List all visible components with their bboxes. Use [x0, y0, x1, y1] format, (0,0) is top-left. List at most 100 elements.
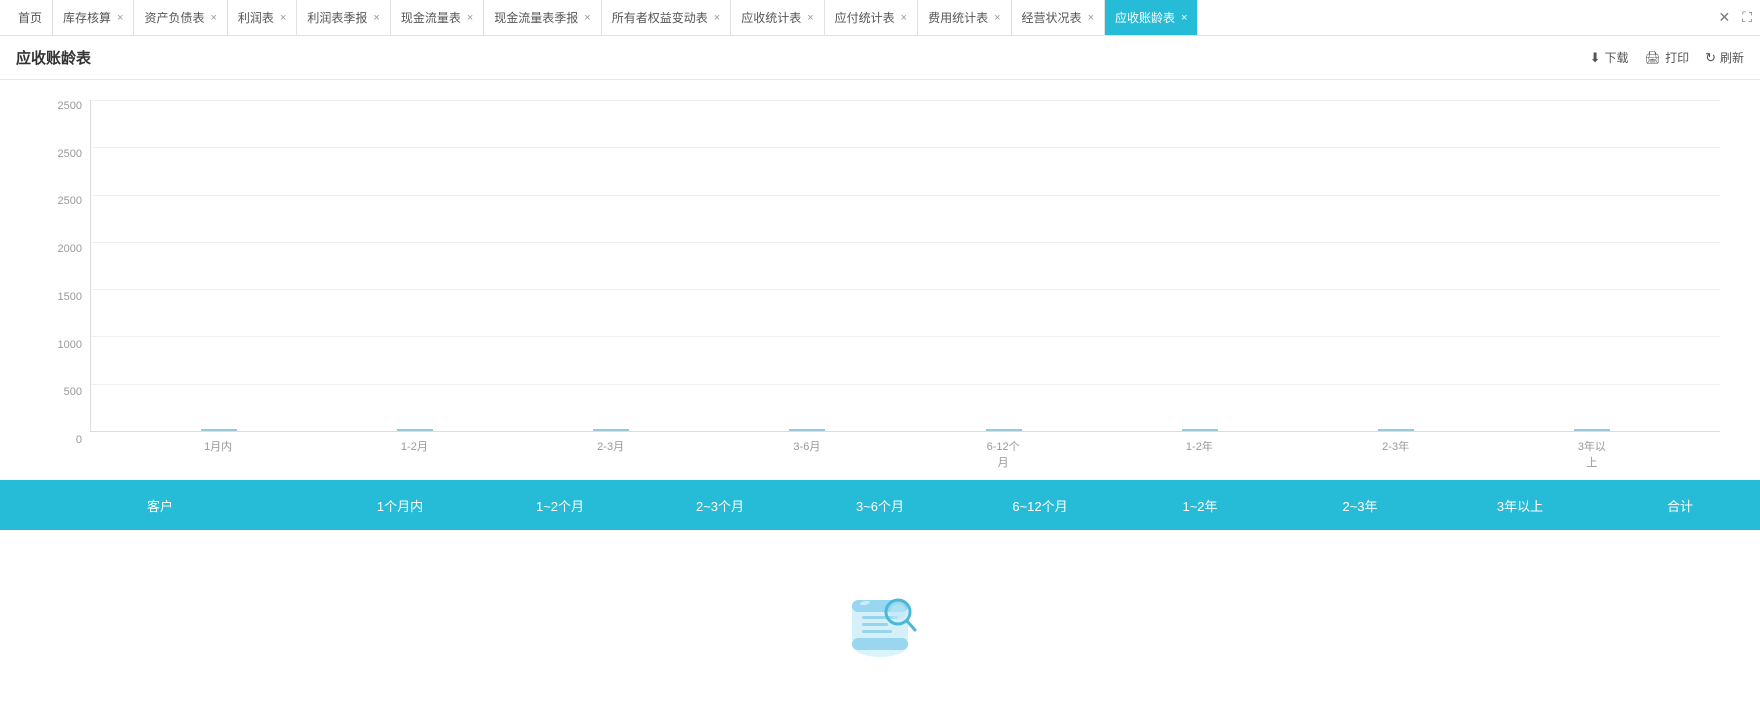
bar-1m: [201, 429, 237, 431]
page-title: 应收账龄表: [16, 47, 91, 68]
tab-profit-quarter[interactable]: 利润表季报 ×: [297, 0, 390, 36]
x-axis: 1月内 1-2月 2-3月 3-6月 6-12个月 1-2年 2-3年 3年以上: [90, 432, 1720, 470]
tab-equity[interactable]: 所有者权益变动表 ×: [602, 0, 731, 36]
tab-operation-close[interactable]: ×: [1088, 12, 1094, 24]
grid-line-4: [91, 242, 1720, 289]
tab-cashflow-quarter-close[interactable]: ×: [584, 12, 590, 24]
tab-balance-label: 资产负债表: [144, 9, 204, 26]
bar-1-2y: [1182, 429, 1218, 431]
print-icon: 🖨: [1645, 50, 1662, 66]
tab-profit-quarter-label: 利润表季报: [307, 9, 367, 26]
grid-line-3: [91, 195, 1720, 242]
tab-ar-aging[interactable]: 应收账龄表 ×: [1105, 0, 1198, 36]
y-label-7: 0: [76, 434, 82, 446]
tab-home[interactable]: 首页: [8, 0, 53, 36]
tab-cashflow-close[interactable]: ×: [467, 12, 473, 24]
x-label-1m: 1月内: [200, 438, 236, 470]
tab-profit-close[interactable]: ×: [280, 12, 286, 24]
refresh-button[interactable]: ↻ 刷新: [1705, 49, 1744, 66]
th-1-2y: 1~2年: [1120, 496, 1280, 515]
refresh-label: 刷新: [1720, 49, 1744, 66]
bar-6-12m: [986, 429, 1022, 431]
grid-line-1: [91, 100, 1720, 147]
tab-expense-close[interactable]: ×: [994, 12, 1000, 24]
tab-expense-label: 费用统计表: [928, 9, 988, 26]
print-button[interactable]: 🖨 打印: [1645, 49, 1690, 66]
bars-container: [91, 429, 1720, 431]
x-label-2-3m: 2-3月: [593, 438, 629, 470]
tab-inventory[interactable]: 库存核算 ×: [53, 0, 134, 36]
tab-balance-close[interactable]: ×: [210, 12, 216, 24]
download-icon: ⬇: [1590, 50, 1601, 66]
y-label-3: 2000: [58, 243, 82, 255]
download-button[interactable]: ⬇ 下载: [1590, 49, 1629, 66]
tab-cashflow-quarter[interactable]: 现金流量表季报 ×: [484, 0, 601, 36]
bar-3-6m: [789, 429, 825, 431]
tab-profit-label: 利润表: [238, 9, 274, 26]
table-header: 客户 1个月内 1~2个月 2~3个月 3~6个月 6~12个月 1~2年 2~…: [0, 480, 1760, 530]
tab-bar: 首页 库存核算 × 资产负债表 × 利润表 × 利润表季报 × 现金流量表 × …: [0, 0, 1760, 36]
tab-profit[interactable]: 利润表 ×: [228, 0, 297, 36]
th-3-6m: 3~6个月: [800, 496, 960, 515]
x-label-3-6m: 3-6月: [789, 438, 825, 470]
tab-ar-aging-label: 应收账龄表: [1115, 9, 1175, 26]
tab-operation[interactable]: 经营状况表 ×: [1012, 0, 1105, 36]
refresh-icon: ↻: [1705, 50, 1716, 66]
th-total: 合计: [1600, 496, 1760, 515]
chart-grid: [90, 100, 1720, 432]
tab-cashflow-label: 现金流量表: [401, 9, 461, 26]
tab-operation-label: 经营状况表: [1022, 9, 1082, 26]
tab-profit-quarter-close[interactable]: ×: [373, 12, 379, 24]
th-3y-plus: 3年以上: [1440, 496, 1600, 515]
y-label-5: 1000: [58, 339, 82, 351]
close-button[interactable]: ✕: [1718, 9, 1730, 26]
bar-3y-plus: [1574, 429, 1610, 431]
th-2-3m: 2~3个月: [640, 496, 800, 515]
maximize-button[interactable]: ⛶: [1742, 9, 1752, 26]
x-label-1-2m: 1-2月: [396, 438, 432, 470]
bar-2-3y: [1378, 429, 1414, 431]
bar-2-3m: [593, 429, 629, 431]
tab-home-label: 首页: [18, 9, 42, 26]
y-label-2: 2500: [58, 195, 82, 207]
tab-cashflow[interactable]: 现金流量表 ×: [391, 0, 484, 36]
tab-inventory-close[interactable]: ×: [117, 12, 123, 24]
th-6-12m: 6~12个月: [960, 496, 1120, 515]
grid-line-7: [91, 384, 1720, 385]
tab-balance[interactable]: 资产负债表 ×: [134, 0, 227, 36]
tab-cashflow-quarter-label: 现金流量表季报: [494, 9, 578, 26]
y-label-6: 500: [64, 386, 82, 398]
tab-inventory-label: 库存核算: [63, 9, 111, 26]
bar-1-2m: [397, 429, 433, 431]
tab-ap-stat-close[interactable]: ×: [901, 12, 907, 24]
tab-ar-aging-close[interactable]: ×: [1181, 12, 1187, 24]
th-2-3y: 2~3年: [1280, 496, 1440, 515]
tab-ar-stat-close[interactable]: ×: [807, 12, 813, 24]
y-label-4: 1500: [58, 291, 82, 303]
grid-line-2: [91, 147, 1720, 194]
x-label-3y-plus: 3年以上: [1574, 438, 1610, 470]
y-axis: 2500 2500 2500 2000 1500 1000 500 0: [40, 100, 90, 470]
grid-line-5: [91, 289, 1720, 336]
window-controls: ✕ ⛶: [1718, 9, 1752, 26]
empty-icon: [830, 570, 930, 670]
x-label-6-12m: 6-12个月: [985, 438, 1021, 470]
y-label-0: 2500: [58, 100, 82, 112]
x-label-1-2y: 1-2年: [1181, 438, 1217, 470]
tab-ap-stat[interactable]: 应付统计表 ×: [825, 0, 918, 36]
tab-ap-stat-label: 应付统计表: [835, 9, 895, 26]
header-actions: ⬇ 下载 🖨 打印 ↻ 刷新: [1590, 49, 1744, 66]
tab-ar-stat[interactable]: 应收统计表 ×: [731, 0, 824, 36]
tab-ar-stat-label: 应收统计表: [741, 9, 801, 26]
grid-line-6: [91, 336, 1720, 383]
y-label-1: 2500: [58, 148, 82, 160]
tab-expense[interactable]: 费用统计表 ×: [918, 0, 1011, 36]
tab-equity-close[interactable]: ×: [714, 12, 720, 24]
th-1-2m: 1~2个月: [480, 496, 640, 515]
tab-equity-label: 所有者权益变动表: [612, 9, 708, 26]
download-label: 下载: [1605, 49, 1629, 66]
chart-area: 2500 2500 2500 2000 1500 1000 500 0: [0, 80, 1760, 480]
th-customer: 客户: [0, 496, 320, 515]
empty-state: [0, 530, 1760, 710]
print-label: 打印: [1665, 49, 1689, 66]
